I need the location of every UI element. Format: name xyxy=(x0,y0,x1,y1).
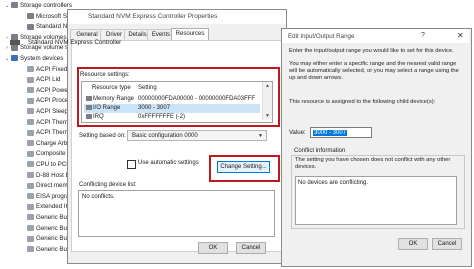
edit-cancel-button[interactable]: Cancel xyxy=(432,238,462,250)
device-icon xyxy=(27,235,34,242)
device-icon xyxy=(27,12,34,19)
tree-item[interactable]: Generic Bus xyxy=(0,234,70,244)
resource-setting: 0xFFFFFFFE (-2) xyxy=(138,114,185,120)
tree-item[interactable]: Generic Bus xyxy=(0,224,70,234)
resource-row[interactable]: IRQ 0xFFFFFFFE (-2) xyxy=(84,113,260,122)
edit-dialog-title: Edit Input/Output Range xyxy=(288,33,355,40)
device-icon xyxy=(27,23,34,30)
tree-item-label: Generic Bus xyxy=(36,214,71,221)
device-icon xyxy=(27,65,34,72)
conflicting-device-text: No conflicts. xyxy=(82,194,115,200)
edit-ok-button[interactable]: OK xyxy=(398,238,428,250)
device-icon xyxy=(27,97,34,104)
vertical-scrollbar[interactable]: ▲ ▼ xyxy=(262,82,272,120)
resource-setting: 3000 - 3007 xyxy=(138,105,171,111)
device-icon xyxy=(27,214,34,221)
resource-setting: 00000000FDA00000 - 00000000FDA03FFF xyxy=(138,96,256,102)
tree-item[interactable]: Generic Bus xyxy=(0,213,70,223)
resource-row[interactable]: Memory Range 00000000FDA00000 - 00000000… xyxy=(84,95,260,104)
scroll-up-icon[interactable]: ▲ xyxy=(265,83,270,89)
conflicting-device-list-label: Conflicting device list: xyxy=(79,182,137,188)
use-automatic-settings-checkbox[interactable] xyxy=(127,160,136,169)
chip-icon xyxy=(9,38,21,47)
properties-title: Standard NVM Express Controller Properti… xyxy=(88,13,218,20)
device-icon xyxy=(27,118,34,125)
device-name: Standard NVM Express Controller xyxy=(28,39,122,46)
tree-item-label: System devices xyxy=(20,55,64,62)
io-icon xyxy=(86,104,92,110)
device-icon xyxy=(11,2,18,9)
device-icon xyxy=(11,55,18,62)
scroll-down-icon[interactable]: ▼ xyxy=(265,113,270,119)
resource-type: Memory Range xyxy=(93,96,135,102)
tree-item[interactable]: ⌄ Storage controllers xyxy=(0,1,72,11)
device-icon xyxy=(27,87,34,94)
setting-based-on-label: Setting based on: xyxy=(79,133,126,139)
tree-item-label: ACPI Lid xyxy=(36,76,61,84)
irq-icon xyxy=(86,113,92,119)
device-icon xyxy=(27,203,34,210)
resource-settings-list[interactable]: Resource type Setting Memory Range 00000… xyxy=(81,81,273,123)
tree-item[interactable]: ⌄ System devices xyxy=(0,54,63,64)
memory-icon xyxy=(86,95,92,101)
properties-title-bar: Standard NVM Express Controller Properti… xyxy=(68,10,286,24)
resource-row-selected[interactable]: I/O Range 3000 - 3007 xyxy=(84,104,260,113)
device-icon xyxy=(27,182,34,189)
device-icon xyxy=(27,140,34,147)
tree-item[interactable]: ACPI Lid xyxy=(0,75,60,85)
chevron-down-icon: ▼ xyxy=(258,133,263,139)
change-setting-button[interactable]: Change Setting... xyxy=(217,161,270,173)
device-icon xyxy=(27,76,34,83)
device-icon xyxy=(27,224,34,231)
tree-item-label: Generic Bus xyxy=(36,235,71,243)
device-icon xyxy=(27,171,34,178)
edit-instruction: Enter the input/output range you would l… xyxy=(289,48,454,54)
use-automatic-settings-label: Use automatic settings xyxy=(138,160,199,166)
device-icon xyxy=(27,129,34,136)
setting-based-on-select[interactable]: Basic configuration 0000 ▼ xyxy=(127,130,267,141)
resource-settings-label: Resource settings: xyxy=(80,72,130,78)
close-icon[interactable]: ✕ xyxy=(457,31,464,40)
conflicting-devices-text: No devices are conflicting. xyxy=(298,180,369,186)
edit-dialog-title-bar: Edit Input/Output Range ? ✕ xyxy=(282,29,469,43)
help-icon[interactable]: ? xyxy=(421,32,425,39)
conflict-information-label: Conflict information xyxy=(292,148,348,154)
value-input[interactable]: 3000 - 3007 xyxy=(310,127,372,138)
column-setting: Setting xyxy=(138,85,157,91)
properties-cancel-button[interactable]: Cancel xyxy=(236,242,266,254)
device-icon xyxy=(27,193,34,200)
tree-item-label: Generic Bus xyxy=(36,245,71,253)
setting-based-on-value: Basic configuration 0000 xyxy=(132,133,198,139)
assigned-device-text: This resource is assigned to the followi… xyxy=(289,99,436,105)
expand-chevron-icon[interactable]: ⌄ xyxy=(4,1,10,11)
tree-item-label: Storage controllers xyxy=(20,2,72,9)
conflict-information-text: The setting you have chosen does not con… xyxy=(295,157,451,170)
properties-ok-button[interactable]: OK xyxy=(198,242,228,254)
value-text: 3000 - 3007 xyxy=(313,130,348,136)
device-icon xyxy=(27,246,34,253)
device-icon xyxy=(27,108,34,115)
expand-chevron-icon[interactable]: ⌄ xyxy=(4,54,10,64)
device-icon xyxy=(27,150,34,157)
value-label: Value: xyxy=(289,130,306,136)
column-resource-type: Resource type xyxy=(92,85,131,91)
tree-item-label: Generic Bus xyxy=(36,224,71,232)
edit-instruction-2: You may either enter a specific range an… xyxy=(289,61,459,81)
device-icon xyxy=(27,161,34,168)
resource-type: I/O Range xyxy=(93,105,121,111)
resource-type: IRQ xyxy=(93,114,104,120)
tab-resources[interactable]: Resources xyxy=(171,28,209,40)
tree-item[interactable]: Generic Bus xyxy=(0,245,70,255)
